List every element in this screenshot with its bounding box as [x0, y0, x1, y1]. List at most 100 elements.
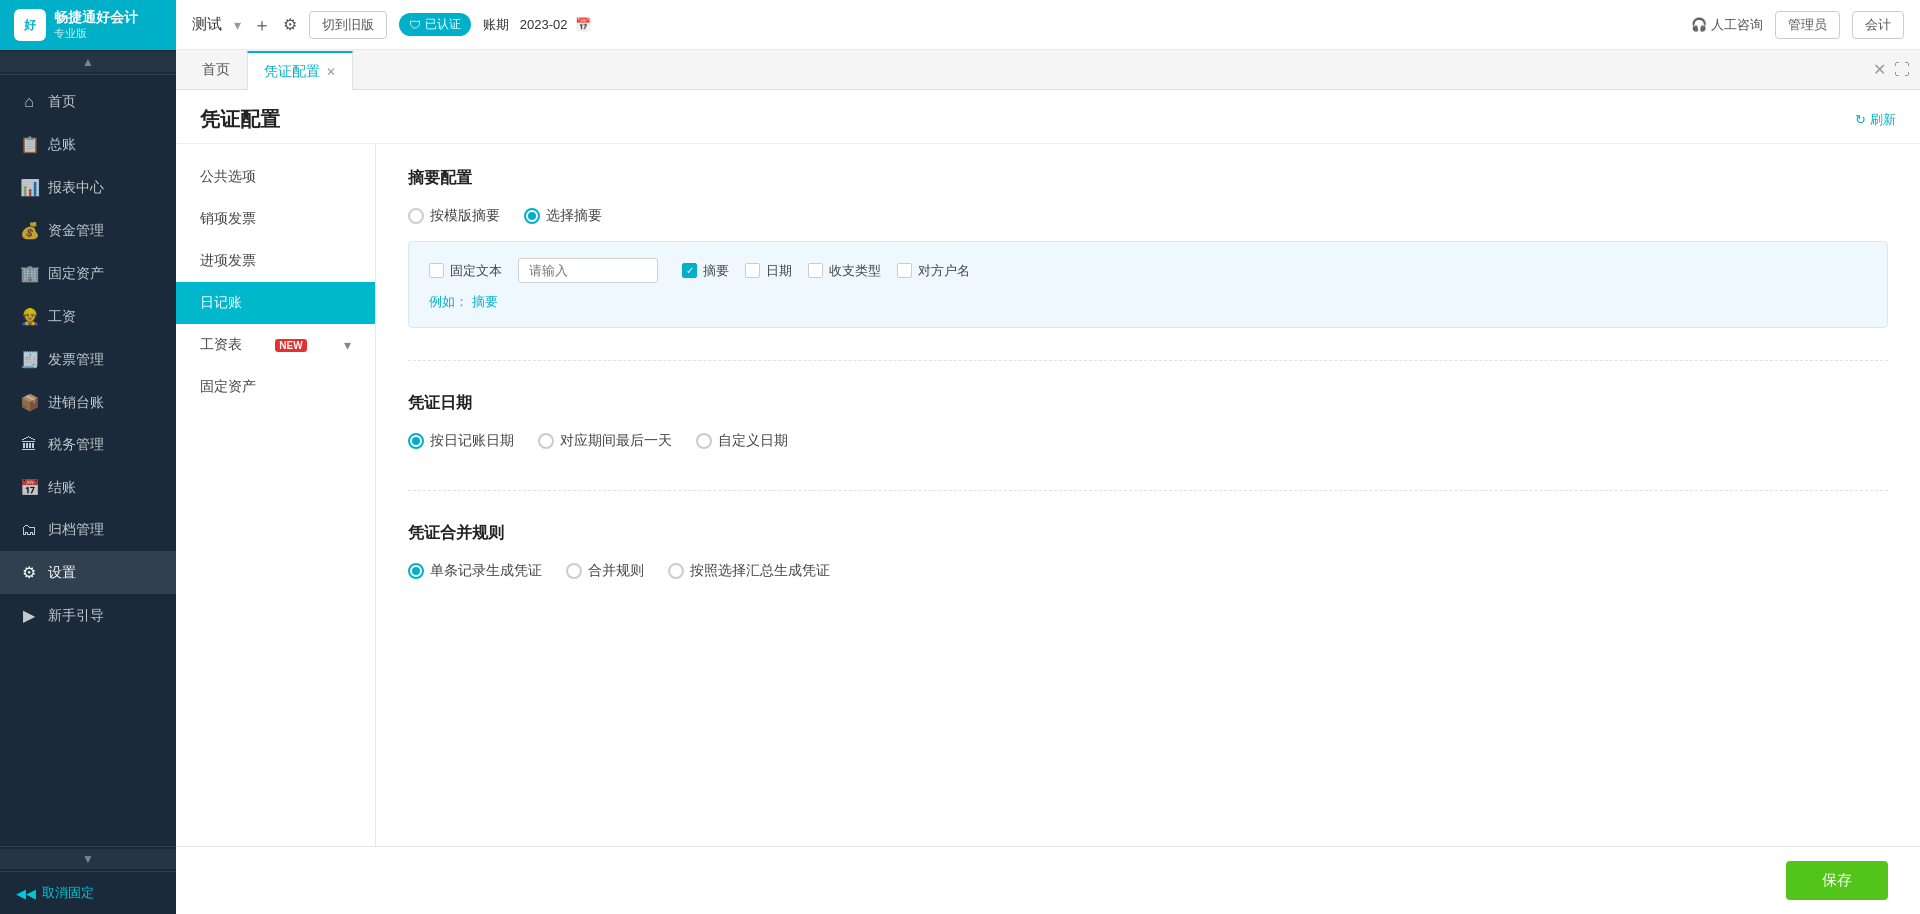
- topbar-right: 🎧 人工咨询 管理员 会计: [1691, 11, 1904, 39]
- ledger-icon: 📋: [20, 135, 38, 154]
- pin-icon: ◀◀: [16, 886, 36, 901]
- payroll-icon: 👷: [20, 307, 38, 326]
- tab-close-button[interactable]: ✕: [1873, 60, 1886, 79]
- tab-fullscreen-button[interactable]: ⛶: [1894, 61, 1910, 79]
- summary-radio-group: 按模版摘要 选择摘要: [408, 207, 1888, 225]
- radio-custom-date[interactable]: 自定义日期: [696, 432, 788, 450]
- checkbox-date-box: [745, 263, 760, 278]
- settings-icon: ⚙: [20, 563, 38, 582]
- sidebar-item-settings[interactable]: ⚙ 设置: [0, 551, 176, 594]
- checkbox-payment-type-box: [808, 263, 823, 278]
- logo-sub: 专业版: [54, 26, 138, 41]
- left-nav-item-fixed-assets[interactable]: 固定资产: [176, 366, 375, 408]
- checkbox-date[interactable]: 日期: [745, 262, 792, 280]
- checkbox-counterpart-label: 对方户名: [918, 262, 970, 280]
- left-nav-item-purchase[interactable]: 进项发票: [176, 240, 375, 282]
- section-summary-title: 摘要配置: [408, 168, 1888, 189]
- sidebar-item-label: 资金管理: [48, 222, 104, 240]
- report-icon: 📊: [20, 178, 38, 197]
- radio-merge-rule-label: 合并规则: [588, 562, 644, 580]
- merge-radio-group: 单条记录生成凭证 合并规则 按照选择汇总生成凭证: [408, 562, 1888, 580]
- admin-button[interactable]: 管理员: [1775, 11, 1840, 39]
- checkbox-fixed-text[interactable]: 固定文本: [429, 262, 502, 280]
- checkbox-fixed-text-label: 固定文本: [450, 262, 502, 280]
- left-nav-item-public[interactable]: 公共选项: [176, 156, 375, 198]
- tab-close-icon[interactable]: ✕: [326, 65, 336, 79]
- sidebar-item-label: 新手引导: [48, 607, 104, 625]
- new-badge: NEW: [275, 339, 306, 352]
- example-prefix: 例如：: [429, 294, 468, 309]
- checkbox-abstract-label: 摘要: [703, 262, 729, 280]
- tab-home-label: 首页: [202, 61, 230, 79]
- radio-select-summary-generate[interactable]: 按照选择汇总生成凭证: [668, 562, 830, 580]
- tab-voucher-config[interactable]: 凭证配置 ✕: [247, 51, 353, 91]
- headset-icon: 🎧: [1691, 17, 1707, 32]
- left-nav-item-diary[interactable]: 日记账: [176, 282, 375, 324]
- radio-custom-date-label: 自定义日期: [718, 432, 788, 450]
- section-summary: 摘要配置 按模版摘要 选择摘要: [408, 168, 1888, 361]
- checkbox-abstract-box: ✓: [682, 263, 697, 278]
- save-button[interactable]: 保存: [1786, 861, 1888, 900]
- checkbox-counterpart[interactable]: 对方户名: [897, 262, 970, 280]
- radio-period-last[interactable]: 对应期间最后一天: [538, 432, 672, 450]
- summary-options-box: 固定文本 ✓ 摘要 日期: [408, 241, 1888, 328]
- sidebar-scroll-up[interactable]: ▲: [0, 52, 176, 72]
- sidebar-item-assets[interactable]: 🏢 固定资产: [0, 252, 176, 295]
- topbar-chevron-icon[interactable]: ▾: [234, 17, 241, 33]
- sidebar-scroll-down[interactable]: ▼: [0, 849, 176, 869]
- topbar: 测试 ▾ ＋ ⚙ 切到旧版 🛡 已认证 账期 2023-02 📅 🎧 人工咨询 …: [176, 0, 1920, 50]
- sidebar: 好 畅捷通好会计 专业版 ▲ ⌂ 首页 📋 总账 📊 报表中心 💰 资金管理 🏢…: [0, 0, 176, 914]
- left-nav-item-payslip[interactable]: 工资表 NEW ▾: [176, 324, 375, 366]
- radio-diary-date-circle: [408, 433, 424, 449]
- radio-select-summary[interactable]: 选择摘要: [524, 207, 602, 225]
- sidebar-nav: ⌂ 首页 📋 总账 📊 报表中心 💰 资金管理 🏢 固定资产 👷 工资 🧾 发票…: [0, 75, 176, 846]
- radio-diary-date-label: 按日记账日期: [430, 432, 514, 450]
- sidebar-item-label: 归档管理: [48, 521, 104, 539]
- radio-merge-rule[interactable]: 合并规则: [566, 562, 644, 580]
- refresh-button[interactable]: ↻ 刷新: [1855, 111, 1896, 129]
- right-content: 摘要配置 按模版摘要 选择摘要: [376, 144, 1920, 846]
- save-bar: 保存: [176, 846, 1920, 914]
- page-area: 凭证配置 ↻ 刷新 公共选项 销项发票 进项发票: [176, 90, 1920, 914]
- left-nav-item-sales[interactable]: 销项发票: [176, 198, 375, 240]
- radio-period-last-label: 对应期间最后一天: [560, 432, 672, 450]
- checkbox-counterpart-box: [897, 263, 912, 278]
- sidebar-item-label: 设置: [48, 564, 76, 582]
- topbar-gear-icon[interactable]: ⚙: [283, 15, 297, 34]
- page-header: 凭证配置 ↻ 刷新: [176, 90, 1920, 144]
- fixed-text-input[interactable]: [518, 258, 658, 283]
- switch-old-version-button[interactable]: 切到旧版: [309, 11, 387, 39]
- role-button[interactable]: 会计: [1852, 11, 1904, 39]
- home-icon: ⌂: [20, 93, 38, 111]
- radio-diary-date[interactable]: 按日记账日期: [408, 432, 514, 450]
- sidebar-item-trade[interactable]: 📦 进销台账: [0, 381, 176, 424]
- sidebar-item-tax[interactable]: 🏛 税务管理: [0, 424, 176, 466]
- sidebar-item-home[interactable]: ⌂ 首页: [0, 81, 176, 123]
- sidebar-item-label: 进销台账: [48, 394, 104, 412]
- radio-single-record[interactable]: 单条记录生成凭证: [408, 562, 542, 580]
- tab-home[interactable]: 首页: [186, 50, 247, 90]
- radio-template-label: 按模版摘要: [430, 207, 500, 225]
- radio-select-summary-generate-circle: [668, 563, 684, 579]
- sidebar-item-label: 工资: [48, 308, 76, 326]
- sidebar-item-ledger[interactable]: 📋 总账: [0, 123, 176, 166]
- help-button[interactable]: 🎧 人工咨询: [1691, 16, 1763, 34]
- checkbox-abstract[interactable]: ✓ 摘要: [682, 262, 729, 280]
- sidebar-item-invoice[interactable]: 🧾 发票管理: [0, 338, 176, 381]
- assets-icon: 🏢: [20, 264, 38, 283]
- sidebar-item-guide[interactable]: ▶ 新手引导: [0, 594, 176, 637]
- sidebar-item-payroll[interactable]: 👷 工资: [0, 295, 176, 338]
- cancel-fixed-btn[interactable]: ◀◀ 取消固定: [0, 871, 176, 914]
- sidebar-item-capital[interactable]: 💰 资金管理: [0, 209, 176, 252]
- section-date: 凭证日期 按日记账日期 对应期间最后一天: [408, 393, 1888, 491]
- cancel-fixed-label: 取消固定: [42, 884, 94, 902]
- sidebar-item-close[interactable]: 📅 结账: [0, 466, 176, 509]
- radio-template[interactable]: 按模版摘要: [408, 207, 500, 225]
- checkbox-payment-type[interactable]: 收支类型: [808, 262, 881, 280]
- sidebar-item-archive[interactable]: 🗂 归档管理: [0, 509, 176, 551]
- topbar-add-icon[interactable]: ＋: [253, 13, 271, 37]
- sidebar-logo: 好 畅捷通好会计 专业版: [0, 0, 176, 50]
- guide-icon: ▶: [20, 606, 38, 625]
- sidebar-item-report[interactable]: 📊 报表中心: [0, 166, 176, 209]
- radio-single-record-label: 单条记录生成凭证: [430, 562, 542, 580]
